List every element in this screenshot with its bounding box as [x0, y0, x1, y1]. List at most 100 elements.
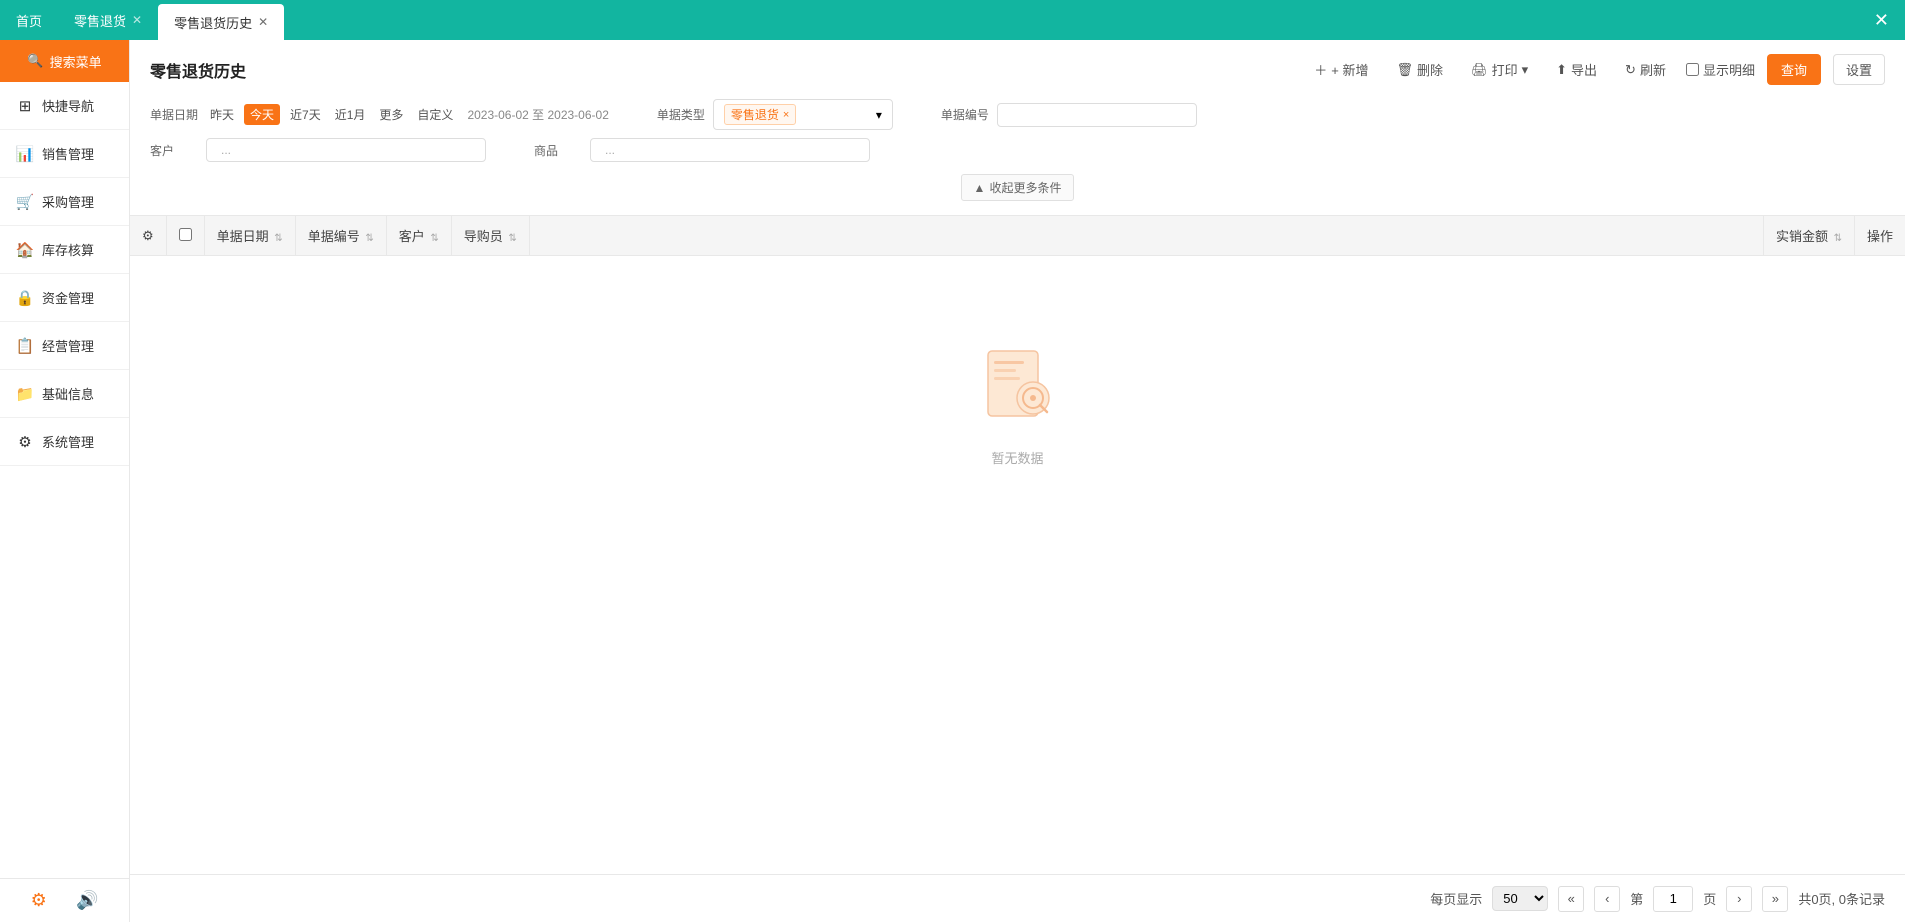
select-all-checkbox[interactable] [179, 228, 192, 241]
query-button[interactable]: 查询 [1767, 54, 1821, 85]
sort-date-icon: ⇅ [274, 233, 282, 244]
toolbar: ＋ + 新增 🗑 删除 🖨 打印 ▾ ⬆ 导出 [1306, 54, 1885, 85]
sidebar-item-sales[interactable]: 📊 销售管理 [0, 130, 129, 178]
per-page-label: 每页显示 [1430, 889, 1482, 908]
col-customer[interactable]: 客户 ⇅ [386, 216, 451, 256]
audio-icon[interactable]: 🔊 [76, 890, 98, 911]
col-amount[interactable]: 实销金额 ⇅ [1763, 216, 1854, 256]
show-detail-checkbox[interactable] [1686, 63, 1699, 76]
refresh-button[interactable]: ↻ 刷新 [1617, 56, 1674, 83]
empty-illustration [968, 336, 1068, 436]
collapse-button[interactable]: ▲ 收起更多条件 [961, 174, 1075, 201]
last-page-button[interactable]: » [1762, 886, 1788, 912]
collapse-icon: ▲ [974, 181, 986, 195]
export-button[interactable]: ⬆ 导出 [1548, 56, 1605, 83]
show-detail-checkbox-wrapper[interactable]: 显示明细 [1686, 60, 1755, 79]
settings-button[interactable]: 设置 [1833, 54, 1885, 85]
type-select-arrow: ▾ [876, 108, 882, 122]
next-page-button[interactable]: › [1726, 886, 1752, 912]
date-options: 昨天 今天 近7天 近1月 更多 自定义 2023-06-02 至 2023-0… [206, 104, 609, 125]
settings-bottom-icon[interactable]: ⚙ [31, 890, 47, 911]
topbar: 首页 零售退货 ✕ 零售退货历史 ✕ ✕ [0, 0, 1905, 40]
type-tag-close[interactable]: × [783, 109, 789, 121]
finance-icon: 🔒 [16, 289, 34, 307]
col-guide[interactable]: 导购员 ⇅ [451, 216, 529, 256]
page-input[interactable] [1653, 886, 1693, 912]
empty-text: 暂无数据 [991, 448, 1043, 467]
sidebar-bottom: ⚙ 🔊 [0, 878, 129, 922]
tab-retail-return-history-close[interactable]: ✕ [258, 15, 268, 29]
col-number[interactable]: 单据编号 ⇅ [295, 216, 386, 256]
date-opt-more[interactable]: 更多 [375, 104, 407, 125]
table-container: ⚙ 单据日期 ⇅ 单据编号 ⇅ 客户 [130, 216, 1905, 874]
page-title: 零售退货历史 [150, 58, 246, 82]
tab-retail-return-close[interactable]: ✕ [132, 13, 142, 27]
date-opt-7days[interactable]: 近7天 [286, 104, 325, 125]
page-title-row: 零售退货历史 ＋ + 新增 🗑 删除 🖨 打印 ▾ [150, 54, 1885, 85]
quick-nav-icon: ⊞ [16, 97, 34, 115]
customer-input[interactable]: ... [206, 138, 486, 162]
sidebar-item-system[interactable]: ⚙ 系统管理 [0, 418, 129, 466]
sidebar-item-finance[interactable]: 🔒 资金管理 [0, 274, 129, 322]
type-tag: 零售退货 × [724, 104, 796, 125]
goods-label: 商品 [534, 142, 590, 159]
col-settings[interactable]: ⚙ [130, 216, 166, 256]
main-layout: 🔍 搜索菜单 ⊞ 快捷导航 📊 销售管理 🛒 采购管理 🏠 库存核算 🔒 [0, 40, 1905, 922]
prev-page-button[interactable]: ‹ [1594, 886, 1620, 912]
delete-icon: 🗑 [1397, 62, 1414, 78]
window-close-button[interactable]: ✕ [1858, 10, 1905, 31]
delete-button[interactable]: 🗑 删除 [1389, 56, 1452, 83]
col-date[interactable]: 单据日期 ⇅ [204, 216, 295, 256]
voucher-label: 单据编号 [941, 106, 997, 123]
purchase-icon: 🛒 [16, 193, 34, 211]
col-spacer [529, 216, 1763, 256]
pagination-summary: 共0页, 0条记录 [1798, 889, 1885, 908]
filter-area: 单据日期 昨天 今天 近7天 近1月 更多 自定义 2023-06-02 至 2… [150, 99, 1885, 215]
filter-row-customer: 客户 ... 商品 ... [150, 138, 1885, 162]
topbar-tabs: 首页 零售退货 ✕ 零售退货历史 ✕ [0, 0, 1858, 40]
col-checkbox [166, 216, 204, 256]
page-header: 零售退货历史 ＋ + 新增 🗑 删除 🖨 打印 ▾ [130, 40, 1905, 216]
empty-state: 暂无数据 [130, 256, 1905, 547]
type-select[interactable]: 零售退货 × ▾ [713, 99, 893, 130]
sort-amount-icon: ⇅ [1834, 233, 1842, 244]
sort-customer-icon: ⇅ [430, 233, 438, 244]
col-action: 操作 [1854, 216, 1905, 256]
basic-info-icon: 📁 [16, 385, 34, 403]
date-opt-today[interactable]: 今天 [244, 104, 280, 125]
data-table: ⚙ 单据日期 ⇅ 单据编号 ⇅ 客户 [130, 216, 1905, 547]
page-unit: 页 [1703, 889, 1716, 908]
sort-guide-icon: ⇅ [508, 233, 516, 244]
filter-row-date: 单据日期 昨天 今天 近7天 近1月 更多 自定义 2023-06-02 至 2… [150, 99, 1885, 130]
voucher-input[interactable] [997, 103, 1197, 127]
export-icon: ⬆ [1556, 62, 1567, 78]
sidebar-item-operation[interactable]: 📋 经营管理 [0, 322, 129, 370]
inventory-icon: 🏠 [16, 241, 34, 259]
first-page-button[interactable]: « [1558, 886, 1584, 912]
date-opt-custom[interactable]: 自定义 [413, 104, 457, 125]
sidebar-item-basic-info[interactable]: 📁 基础信息 [0, 370, 129, 418]
search-menu-button[interactable]: 🔍 搜索菜单 [0, 40, 129, 82]
tab-home[interactable]: 首页 [0, 0, 58, 40]
date-label: 单据日期 [150, 106, 206, 123]
add-button[interactable]: ＋ + 新增 [1306, 56, 1376, 83]
tab-retail-return-history[interactable]: 零售退货历史 ✕ [158, 4, 284, 40]
refresh-icon: ↻ [1625, 62, 1636, 78]
goods-input[interactable]: ... [590, 138, 870, 162]
pagination-bar: 每页显示 10 20 50 100 « ‹ 第 页 › » 共0页, 0条记录 [130, 874, 1905, 922]
print-button[interactable]: 🖨 打印 ▾ [1463, 56, 1536, 83]
date-opt-1month[interactable]: 近1月 [331, 104, 370, 125]
sidebar-item-purchase[interactable]: 🛒 采购管理 [0, 178, 129, 226]
sort-number-icon: ⇅ [365, 233, 373, 244]
print-dropdown-icon: ▾ [1522, 62, 1529, 78]
tab-retail-return[interactable]: 零售退货 ✕ [58, 0, 158, 40]
date-opt-yesterday[interactable]: 昨天 [206, 104, 238, 125]
operation-icon: 📋 [16, 337, 34, 355]
sidebar-item-quick-nav[interactable]: ⊞ 快捷导航 [0, 82, 129, 130]
sidebar-nav: ⊞ 快捷导航 📊 销售管理 🛒 采购管理 🏠 库存核算 🔒 资金管理 📋 [0, 82, 129, 878]
search-icon: 🔍 [27, 53, 43, 69]
per-page-select[interactable]: 10 20 50 100 [1492, 886, 1548, 911]
sidebar-item-inventory[interactable]: 🏠 库存核算 [0, 226, 129, 274]
system-icon: ⚙ [16, 433, 34, 451]
date-range-display: 2023-06-02 至 2023-06-02 [467, 106, 608, 123]
